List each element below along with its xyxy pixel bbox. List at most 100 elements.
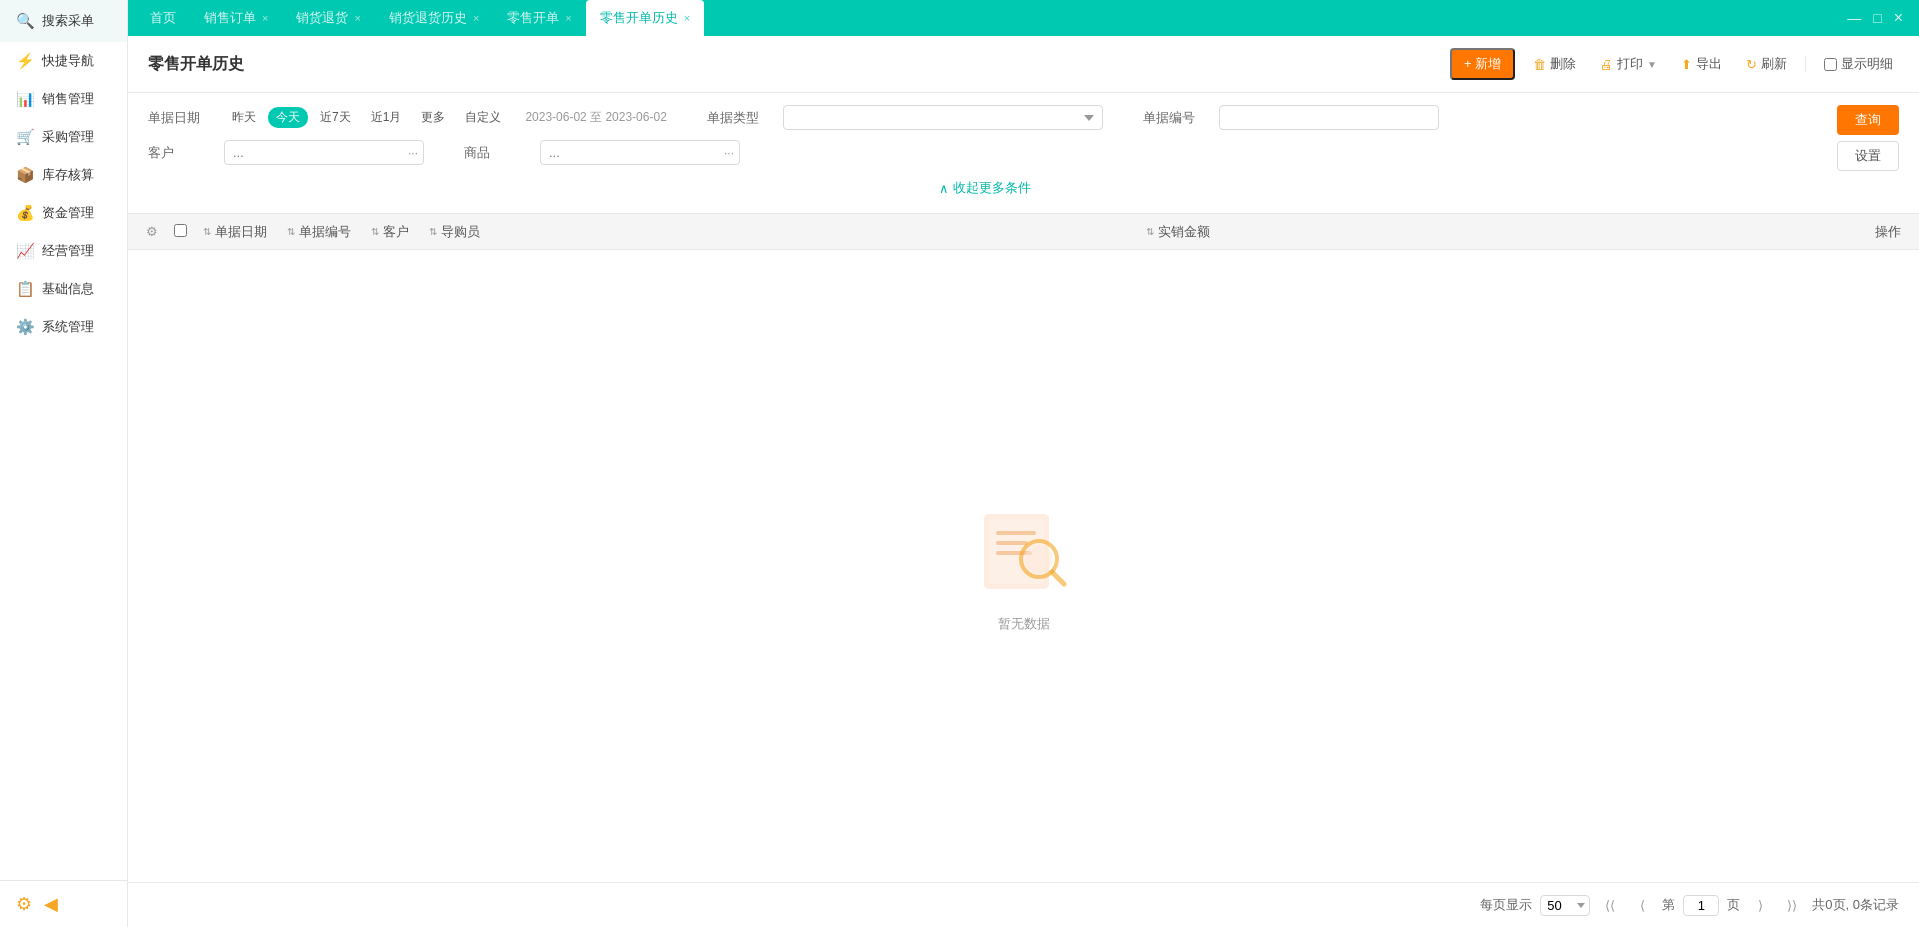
collapse-sidebar-icon[interactable]: ◀ xyxy=(44,893,58,915)
print-button[interactable]: 🖨 打印 ▼ xyxy=(1594,51,1663,77)
sales-mgmt-icon: 📊 xyxy=(16,90,34,108)
date-btn-1month[interactable]: 近1月 xyxy=(363,107,410,128)
sidebar-item-basic-info[interactable]: 📋 基础信息 xyxy=(0,270,127,308)
toolbar: + 新增 🗑 删除 🖨 打印 ▼ ⬆ 导出 ↻ 刷新 xyxy=(1450,48,1899,80)
th-actions: 操作 xyxy=(1865,215,1911,249)
date-btn-7days[interactable]: 近7天 xyxy=(312,107,359,128)
print-label: 打印 xyxy=(1617,55,1643,73)
export-icon: ⬆ xyxy=(1681,57,1692,72)
sidebar-search-label: 搜索采单 xyxy=(42,12,94,30)
date-btn-yesterday[interactable]: 昨天 xyxy=(224,107,264,128)
select-all-checkbox[interactable] xyxy=(174,224,187,237)
sidebar-item-label: 销售管理 xyxy=(42,90,94,108)
display-detail-checkbox[interactable] xyxy=(1824,58,1837,71)
customer-search-icon[interactable]: ··· xyxy=(408,146,418,160)
collapse-row: ∧ 收起更多条件 xyxy=(148,175,1821,201)
bill-type-select[interactable] xyxy=(783,105,1103,130)
first-page-button[interactable]: ⟨⟨ xyxy=(1598,893,1622,917)
filter-right-buttons: 查询 设置 xyxy=(1837,105,1899,201)
tab-retail-open-history[interactable]: 零售开单历史 × xyxy=(586,0,704,36)
sidebar-item-quick-nav[interactable]: ⚡ 快捷导航 xyxy=(0,42,127,80)
table-body: 暂无数据 xyxy=(128,250,1919,882)
main-area: 首页 销售订单 × 销货退货 × 销货退货历史 × 零售开单 × 零售开单历史 … xyxy=(128,0,1919,927)
purchase-mgmt-icon: 🛒 xyxy=(16,128,34,146)
svg-line-7 xyxy=(1052,572,1064,584)
column-settings-icon[interactable]: ⚙ xyxy=(136,216,168,247)
new-button[interactable]: + 新增 xyxy=(1450,48,1515,80)
customer-input[interactable] xyxy=(224,140,424,165)
date-range-display: 2023-06-02 至 2023-06-02 xyxy=(525,109,666,126)
tab-sales-order-close[interactable]: × xyxy=(262,12,268,24)
search-icon: 🔍 xyxy=(16,12,34,30)
filter-main-rows: 单据日期 昨天 今天 近7天 近1月 更多 自定义 2023-06-02 至 2… xyxy=(148,105,1821,201)
close-icon[interactable]: × xyxy=(1894,9,1903,27)
tab-retail-open-history-close[interactable]: × xyxy=(684,12,690,24)
tab-sales-return-history-close[interactable]: × xyxy=(473,12,479,24)
query-button[interactable]: 查询 xyxy=(1837,105,1899,135)
display-detail-button[interactable]: 显示明细 xyxy=(1818,51,1899,77)
sidebar-item-sys-mgmt[interactable]: ⚙️ 系统管理 xyxy=(0,308,127,346)
empty-text: 暂无数据 xyxy=(998,615,1050,633)
maximize-icon[interactable]: □ xyxy=(1873,10,1881,26)
sort-icon: ⇅ xyxy=(371,226,379,237)
tab-bar-window-controls: — □ × xyxy=(1839,9,1911,27)
delete-button[interactable]: 🗑 删除 xyxy=(1527,51,1582,77)
date-btn-custom[interactable]: 自定义 xyxy=(457,107,509,128)
last-page-button[interactable]: ⟩⟩ xyxy=(1780,893,1804,917)
th-bill-no[interactable]: ⇅ 单据编号 xyxy=(277,215,361,249)
date-btn-more[interactable]: 更多 xyxy=(413,107,453,128)
per-page-select[interactable]: 50 10 20 100 xyxy=(1540,895,1590,916)
sidebar-item-label: 基础信息 xyxy=(42,280,94,298)
page-number-input[interactable] xyxy=(1683,895,1719,916)
th-amount[interactable]: ⇅ 实销金额 xyxy=(1136,215,1220,249)
th-guide[interactable]: ⇅ 导购员 xyxy=(419,215,490,249)
refresh-button[interactable]: ↻ 刷新 xyxy=(1740,51,1793,77)
collapse-btn[interactable]: ∧ 收起更多条件 xyxy=(939,175,1031,201)
tab-sales-order-label: 销售订单 xyxy=(204,9,256,27)
next-page-button[interactable]: ⟩ xyxy=(1748,893,1772,917)
tab-retail-open-history-label: 零售开单历史 xyxy=(600,9,678,27)
tab-home[interactable]: 首页 xyxy=(136,0,190,36)
refresh-icon: ↻ xyxy=(1746,57,1757,72)
tab-sales-return[interactable]: 销货退货 × xyxy=(282,0,374,36)
per-page-label: 每页显示 xyxy=(1480,896,1532,914)
refresh-label: 刷新 xyxy=(1761,55,1787,73)
filter-settings-button[interactable]: 设置 xyxy=(1837,141,1899,171)
export-button[interactable]: ⬆ 导出 xyxy=(1675,51,1728,77)
th-customer[interactable]: ⇅ 客户 xyxy=(361,215,419,249)
print-dropdown-icon: ▼ xyxy=(1647,59,1657,70)
bill-no-label: 单据编号 xyxy=(1143,109,1203,127)
tab-retail-open[interactable]: 零售开单 × xyxy=(493,0,585,36)
sidebar-search[interactable]: 🔍 搜索采单 xyxy=(0,0,127,42)
sort-icon: ⇅ xyxy=(1146,226,1154,237)
tab-retail-open-close[interactable]: × xyxy=(565,12,571,24)
export-label: 导出 xyxy=(1696,55,1722,73)
bill-type-select-wrapper xyxy=(783,105,1103,130)
page-suffix: 页 xyxy=(1727,896,1740,914)
tab-sales-return-close[interactable]: × xyxy=(354,12,360,24)
filter-rows-container: 单据日期 昨天 今天 近7天 近1月 更多 自定义 2023-06-02 至 2… xyxy=(148,105,1899,201)
th-actions-label: 操作 xyxy=(1875,224,1901,239)
sys-mgmt-icon: ⚙️ xyxy=(16,318,34,336)
th-date[interactable]: ⇅ 单据日期 xyxy=(193,215,277,249)
date-btn-today[interactable]: 今天 xyxy=(268,107,308,128)
goods-label: 商品 xyxy=(464,144,524,162)
tab-sales-return-history[interactable]: 销货退货历史 × xyxy=(375,0,493,36)
bill-no-input[interactable] xyxy=(1219,105,1439,130)
sidebar-item-operations[interactable]: 📈 经营管理 xyxy=(0,232,127,270)
delete-label: 删除 xyxy=(1550,55,1576,73)
sort-icon: ⇅ xyxy=(287,226,295,237)
sidebar-item-sales-mgmt[interactable]: 📊 销售管理 xyxy=(0,80,127,118)
pagination: 每页显示 50 10 20 100 ⟨⟨ ⟨ 第 页 ⟩ ⟩⟩ 共0页, 0条记… xyxy=(128,882,1919,927)
goods-input[interactable] xyxy=(540,140,740,165)
minimize-icon[interactable]: — xyxy=(1847,10,1861,26)
sidebar-item-purchase-mgmt[interactable]: 🛒 采购管理 xyxy=(0,118,127,156)
tab-sales-order[interactable]: 销售订单 × xyxy=(190,0,282,36)
settings-icon[interactable]: ⚙ xyxy=(16,893,32,915)
table-area: ⚙ ⇅ 单据日期 ⇅ 单据编号 ⇅ 客户 ⇅ 导购员 xyxy=(128,214,1919,927)
sidebar-item-inventory[interactable]: 📦 库存核算 xyxy=(0,156,127,194)
table-header: ⚙ ⇅ 单据日期 ⇅ 单据编号 ⇅ 客户 ⇅ 导购员 xyxy=(128,214,1919,250)
goods-search-icon[interactable]: ··· xyxy=(724,146,734,160)
sidebar-item-finance[interactable]: 💰 资金管理 xyxy=(0,194,127,232)
prev-page-button[interactable]: ⟨ xyxy=(1630,893,1654,917)
